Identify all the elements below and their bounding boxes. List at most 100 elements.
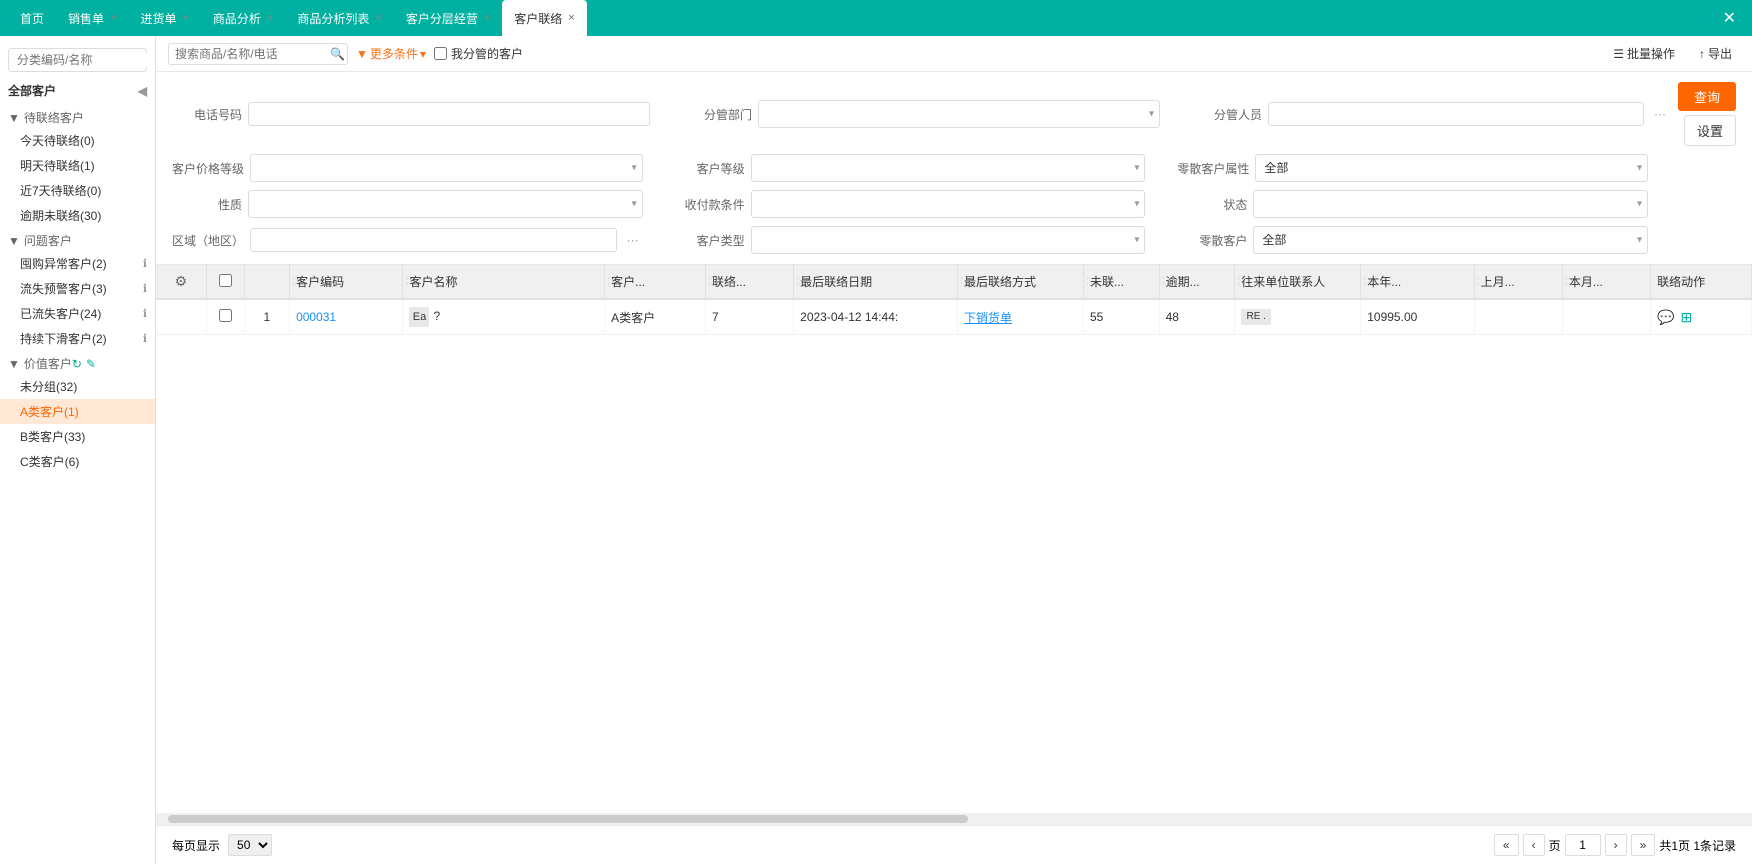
nav-tab-customer-seg[interactable]: 客户分层经营 ×	[394, 0, 502, 36]
row-code[interactable]: 000031	[290, 299, 403, 335]
nav-home[interactable]: 首页	[8, 0, 56, 36]
customer-type-select[interactable]	[751, 226, 1146, 254]
col-header-settings[interactable]: ⚙	[156, 265, 206, 299]
sidebar-item-tomorrow[interactable]: 明天待联络(1)	[0, 153, 155, 178]
col-header-unlink: 未联...	[1084, 265, 1160, 299]
dept-label: 分管部门	[682, 106, 752, 123]
sidebar-item-class-c[interactable]: C类客户(6)	[0, 449, 155, 474]
filter-search-box[interactable]: 🔍	[168, 43, 348, 65]
filter-cell-price-grade: 客户价格等级 ▾	[172, 154, 643, 182]
person-input[interactable]	[1268, 102, 1644, 126]
region-more-button[interactable]: ···	[623, 233, 643, 247]
sidebar-item-churned[interactable]: 已流失客户(24) ℹ	[0, 301, 155, 326]
batch-ops-button[interactable]: ☰ 批量操作	[1605, 42, 1683, 65]
info-icon[interactable]: ℹ	[143, 332, 147, 345]
sidebar: 🔍 全部客户 ◀ ▼ 待联络客户 今天待联络(0) 明天待联络(1) 近7天待联…	[0, 36, 156, 864]
sidebar-item-churn-warn[interactable]: 流失预警客户(3) ℹ	[0, 276, 155, 301]
retail-attr-select[interactable]: 全部	[1255, 154, 1648, 182]
close-icon[interactable]: ×	[182, 12, 188, 24]
info-icon[interactable]: ℹ	[143, 282, 147, 295]
row-overdue: 48	[1159, 299, 1235, 335]
triangle-icon: ▼	[8, 111, 20, 125]
footer-left: 每页显示 50	[172, 834, 272, 856]
info-icon[interactable]: ℹ	[143, 307, 147, 320]
horizontal-scrollbar[interactable]	[156, 813, 1752, 825]
my-customers-checkbox[interactable]	[434, 47, 447, 60]
sidebar-item-declining[interactable]: 持续下滑客户(2) ℹ	[0, 326, 155, 351]
top-navigation: 首页 销售单 × 进货单 × 商品分析 × 商品分析列表 × 客户分层经营 × …	[0, 0, 1752, 36]
filter-search-input[interactable]	[175, 47, 330, 61]
retail-customer-label: 零散客户	[1177, 232, 1247, 249]
value-group-tools[interactable]: ↻ ✎	[72, 357, 96, 371]
last-page-button[interactable]: »	[1631, 834, 1656, 856]
price-grade-select[interactable]	[250, 154, 643, 182]
row-thisyear: 10995.00	[1361, 299, 1474, 335]
filter-cell-payment: 收付款条件 ▾	[675, 190, 1146, 218]
triangle-icon: ▼	[8, 234, 20, 248]
gear-icon[interactable]: ⚙	[175, 273, 188, 289]
filter-icon: ▼	[356, 47, 368, 61]
row-select-checkbox[interactable]	[219, 309, 232, 322]
payment-select[interactable]	[751, 190, 1146, 218]
sidebar-item-hoarding[interactable]: 囤购异常客户(2) ℹ	[0, 251, 155, 276]
retail-customer-select[interactable]: 全部	[1253, 226, 1648, 254]
nav-tab-customer-contact[interactable]: 客户联络 ×	[502, 0, 586, 36]
row-lastway[interactable]: 下销货单	[957, 299, 1083, 335]
close-icon[interactable]: ×	[375, 12, 381, 24]
filter-cell-nature: 性质 ▾	[172, 190, 643, 218]
setting-button[interactable]: 设置	[1684, 115, 1736, 146]
status-select[interactable]	[1253, 190, 1648, 218]
close-icon[interactable]: ×	[110, 12, 116, 24]
phone-input[interactable]	[248, 102, 650, 126]
nav-tab-analysis[interactable]: 商品分析 ×	[201, 0, 285, 36]
page-number-input[interactable]	[1565, 834, 1601, 856]
dept-select[interactable]	[758, 100, 1160, 128]
nav-tab-analysis-list[interactable]: 商品分析列表 ×	[285, 0, 393, 36]
scrollbar-thumb[interactable]	[168, 815, 968, 823]
row-checkbox[interactable]	[206, 299, 244, 335]
nature-select[interactable]	[248, 190, 643, 218]
export-button[interactable]: ↑ 导出	[1691, 42, 1740, 65]
contact-icon[interactable]: 💬	[1657, 309, 1674, 326]
more-options-button[interactable]: ···	[1650, 107, 1670, 121]
all-customers-header[interactable]: 全部客户 ◀	[0, 76, 155, 105]
col-header-checkbox[interactable]	[206, 265, 244, 299]
filter-cell-region: 区域（地区） ···	[172, 228, 643, 252]
edit-icon[interactable]: ✎	[86, 357, 96, 371]
prev-page-button[interactable]: ‹	[1523, 834, 1545, 856]
sidebar-search-input[interactable]	[17, 53, 156, 67]
next-page-button[interactable]: ›	[1605, 834, 1627, 856]
refresh-icon[interactable]: ↻	[72, 357, 82, 371]
filter-my-customers[interactable]: 我分管的客户	[434, 45, 523, 62]
sidebar-search-box[interactable]: 🔍	[8, 48, 147, 72]
sidebar-item-overdue[interactable]: 逾期未联络(30)	[0, 203, 155, 228]
footer-pagination: « ‹ 页 › » 共1页 1条记录	[1494, 834, 1736, 856]
grid-icon[interactable]: ⊞	[1681, 309, 1693, 326]
region-label: 区域（地区）	[172, 232, 244, 249]
sidebar-item-7days[interactable]: 近7天待联络(0)	[0, 178, 155, 203]
filter-more-conditions[interactable]: ▼ 更多条件 ▾	[356, 45, 426, 62]
info-icon[interactable]: ℹ	[143, 257, 147, 270]
sidebar-item-unclassified[interactable]: 未分组(32)	[0, 374, 155, 399]
sidebar-item-class-b[interactable]: B类客户(33)	[0, 424, 155, 449]
per-page-select[interactable]: 50	[228, 834, 272, 856]
close-icon[interactable]: ×	[267, 12, 273, 24]
lastway-link[interactable]: 下销货单	[964, 311, 1012, 325]
query-button[interactable]: 查询	[1678, 82, 1736, 111]
col-header-thismonth: 本月...	[1562, 265, 1650, 299]
collapse-icon[interactable]: ◀	[138, 84, 147, 98]
region-input[interactable]	[250, 228, 617, 252]
nav-tab-purchase[interactable]: 进货单 ×	[128, 0, 200, 36]
first-page-button[interactable]: «	[1494, 834, 1519, 856]
filter-form: 电话号码 分管部门 ▾ 分管人员 ···	[156, 72, 1752, 265]
window-close-button[interactable]: ✕	[1715, 8, 1744, 28]
close-icon[interactable]: ×	[484, 12, 490, 24]
sidebar-item-class-a[interactable]: A类客户(1)	[0, 399, 155, 424]
nav-tab-sales[interactable]: 销售单 ×	[56, 0, 128, 36]
sidebar-item-today[interactable]: 今天待联络(0)	[0, 128, 155, 153]
customer-grade-select[interactable]	[751, 154, 1146, 182]
select-all-checkbox[interactable]	[219, 274, 232, 287]
search-icon[interactable]: 🔍	[330, 47, 345, 61]
filter-cell-dept: 分管部门 ▾	[682, 100, 1160, 128]
close-icon[interactable]: ×	[568, 12, 574, 24]
